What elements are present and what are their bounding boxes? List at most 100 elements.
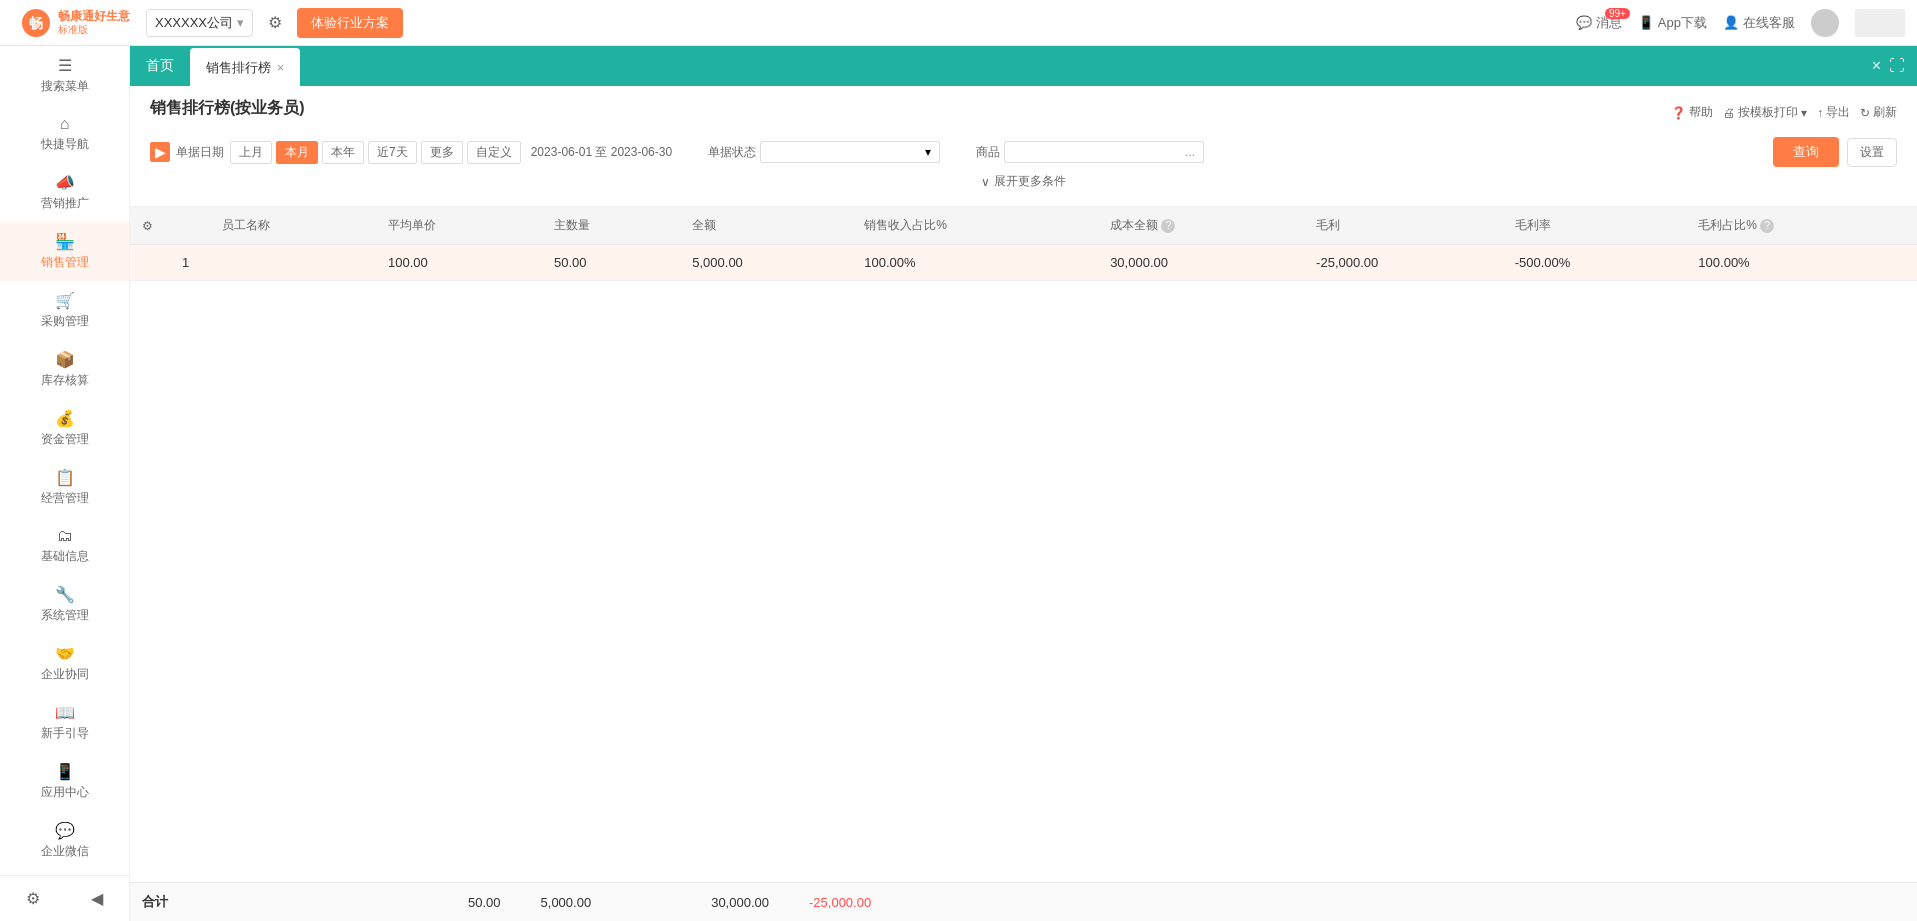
settings-icon-btn[interactable]: ⚙ [261,9,289,37]
tab-actions: × ⛶ [1872,57,1917,75]
sidebar-label-inventory: 库存核算 [41,372,89,389]
goods-more-icon: ... [1185,145,1195,159]
app-download-button[interactable]: 📱 App下载 [1638,14,1707,32]
profit-pct-help-icon[interactable]: ? [1760,219,1774,233]
sidebar-item-search-order[interactable]: ☰ 搜索菜单 [0,46,129,105]
sidebar-item-sales[interactable]: 🏪 销售管理 [0,222,129,281]
online-service-label: 在线客服 [1743,14,1795,32]
company-chevron-icon: ▾ [237,15,244,30]
expand-chevron-icon: ∨ [981,175,990,189]
sidebar-label-sales: 销售管理 [41,254,89,271]
tab-bar: 首页 销售排行榜 × × ⛶ [130,46,1917,86]
sidebar-item-beginner[interactable]: 📖 新手引导 [0,693,129,752]
logo-icon: 畅 [20,7,52,39]
sidebar-item-enterprise-wechat[interactable]: 💬 企业微信 [0,811,129,870]
sidebar-item-operations[interactable]: 📋 经营管理 [0,458,129,517]
th-settings: ⚙ [130,207,170,245]
expand-label: 展开更多条件 [994,173,1066,190]
date-btn-last-month[interactable]: 上月 [230,141,272,164]
sidebar-label-operations: 经营管理 [41,490,89,507]
th-profit-rate: 毛利率 [1503,207,1687,245]
tab-sales-ranking[interactable]: 销售排行榜 × [190,48,300,88]
template-print-label: 按模板打印 [1738,104,1798,121]
date-btn-7days[interactable]: 近7天 [368,141,417,164]
date-range-display: 2023-06-01 至 2023-06-30 [531,144,672,161]
marketing-icon: 📣 [55,173,75,192]
sidebar-item-system[interactable]: 🔧 系统管理 [0,575,129,634]
th-cost: 成本全额 ? [1098,207,1304,245]
avatar[interactable] [1811,9,1839,37]
filter-collapse-btn[interactable]: ▶ [150,142,170,162]
tab-close-window-icon[interactable]: × [1872,57,1881,75]
th-profit-pct: 毛利占比% ? [1686,207,1917,245]
inventory-icon: 📦 [55,350,75,369]
template-print-button[interactable]: 🖨 按模板打印 ▾ [1723,104,1807,121]
table-settings-icon[interactable]: ⚙ [142,219,153,233]
cell-profit: -25,000.00 [1304,245,1503,281]
company-selector[interactable]: XXXXXX公司 ▾ [146,9,253,37]
th-main-qty: 主数量 [542,207,680,245]
sidebar-item-quick-nav[interactable]: ⌂ 快捷导航 [0,105,129,163]
logo-area: 畅 畅康通好生意 标准版 [12,7,138,39]
date-buttons: 上月 本月 本年 近7天 更多 自定义 [230,141,521,164]
sidebar-item-basic-info[interactable]: 🗂 基础信息 [0,517,129,575]
app-center-icon: 📱 [55,762,75,781]
sidebar-item-enterprise[interactable]: 🤝 企业协同 [0,634,129,693]
expand-more-row[interactable]: ∨ 展开更多条件 [150,167,1897,196]
sidebar-item-purchase[interactable]: 🛒 采购管理 [0,281,129,340]
export-button[interactable]: ↑ 导出 [1817,104,1850,121]
beginner-icon: 📖 [55,703,75,722]
export-icon: ↑ [1817,106,1823,120]
sidebar-item-inventory[interactable]: 📦 库存核算 [0,340,129,399]
cell-employee [210,245,376,281]
page-content: 销售排行榜(按业务员) ❓ 帮助 🖨 按模板打印 ▾ [130,86,1917,921]
logo-title: 畅康通好生意 [58,9,130,23]
message-button[interactable]: 💬 消息 99+ [1576,14,1622,32]
refresh-icon: ↻ [1860,106,1870,120]
status-select[interactable]: ▾ [760,141,940,163]
filter-row-1: ▶ 单据日期 上月 本月 本年 近7天 更多 自定义 2023-06-01 至 … [150,137,1897,167]
date-btn-this-year[interactable]: 本年 [322,141,364,164]
date-btn-more[interactable]: 更多 [421,141,463,164]
sidebar-collapse-icon[interactable]: ◀ [91,889,103,908]
help-button[interactable]: ❓ 帮助 [1671,104,1713,121]
search-menu-icon: ☰ [58,56,72,75]
cell-avg-price: 100.00 [376,245,542,281]
goods-input[interactable]: ... [1004,141,1204,163]
sidebar-label-search: 搜索菜单 [41,78,89,95]
trial-button[interactable]: 体验行业方案 [297,8,403,38]
sales-icon: 🏪 [55,232,75,251]
sidebar-label-purchase: 采购管理 [41,313,89,330]
enterprise-icon: 🤝 [55,644,75,663]
th-profit: 毛利 [1304,207,1503,245]
content-area: 首页 销售排行榜 × × ⛶ 销售排行榜(按业务员) [130,46,1917,921]
tab-close-icon[interactable]: × [277,61,284,75]
sidebar-settings-icon[interactable]: ⚙ [26,889,40,908]
th-total: 全额 [680,207,852,245]
sidebar-item-app-center[interactable]: 📱 应用中心 [0,752,129,811]
tab-home[interactable]: 首页 [130,46,190,86]
cell-rank: 1 [170,245,210,281]
sidebar-label-beginner: 新手引导 [41,725,89,742]
date-btn-custom[interactable]: 自定义 [467,141,521,164]
date-btn-this-month[interactable]: 本月 [276,141,318,164]
refresh-button[interactable]: ↻ 刷新 [1860,104,1897,121]
cell-total: 5,000.00 [680,245,852,281]
svg-text:畅: 畅 [29,15,43,31]
sidebar-label-app-center: 应用中心 [41,784,89,801]
header-row: 销售排行榜(按业务员) ❓ 帮助 🖨 按模板打印 ▾ [150,98,1897,127]
date-filter-group: ▶ 单据日期 上月 本月 本年 近7天 更多 自定义 2023-06-01 至 … [150,141,672,164]
query-button[interactable]: 查询 [1773,137,1839,167]
sidebar-label-enterprise: 企业协同 [41,666,89,683]
data-table: ⚙ 员工名称 平均单价 主数量 全额 销售收入占比% 成本全额 ? [130,207,1917,281]
sidebar-item-finance[interactable]: 💰 资金管理 [0,399,129,458]
sidebar-item-marketing[interactable]: 📣 营销推广 [0,163,129,222]
online-service-button[interactable]: 👤 在线客服 [1723,14,1795,32]
operations-icon: 📋 [55,468,75,487]
service-icon: 👤 [1723,15,1739,30]
table-container: ⚙ 员工名称 平均单价 主数量 全额 销售收入占比% 成本全额 ? [130,207,1917,882]
settings-button[interactable]: 设置 [1847,138,1897,167]
sidebar-bottom: ⚙ ◀ [0,875,129,921]
tab-maximize-icon[interactable]: ⛶ [1889,57,1905,75]
cost-help-icon[interactable]: ? [1161,219,1175,233]
